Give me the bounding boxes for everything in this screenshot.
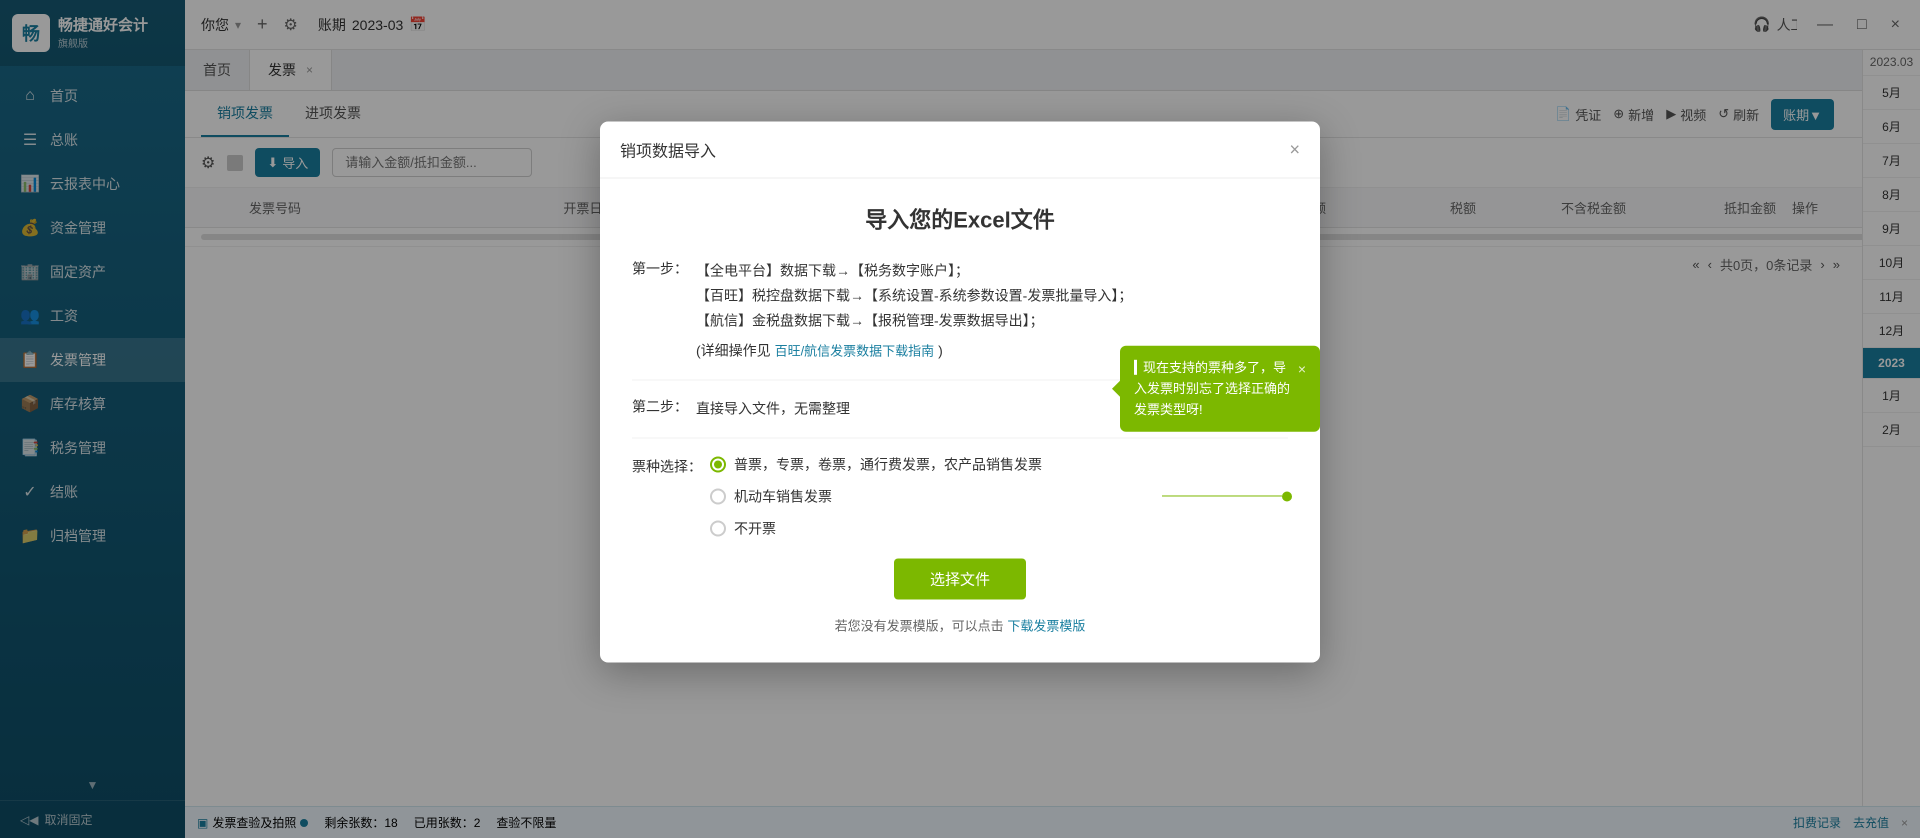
step1-detail: (详细操作见 百旺/航信发票数据下载指南 ): [696, 338, 1132, 363]
step1-line2: 【百旺】税控盘数据下载→【系统设置-系统参数设置-发票批量导入】；: [696, 284, 1132, 309]
modal-close-button[interactable]: ×: [1289, 139, 1300, 160]
radio-row-label: 票种选择：: [632, 454, 702, 476]
radio-option-2[interactable]: 机动车销售发票: [710, 486, 1042, 506]
step1-content: 【全电平台】数据下载→【税务数字账户】； 【百旺】税控盘数据下载→【系统设置-系…: [696, 258, 1132, 363]
tooltip-content: 现在支持的票种多了，导入发票时别忘了选择正确的发票类型呀!: [1134, 360, 1290, 417]
radio-label-2: 机动车销售发票: [734, 486, 832, 506]
download-template-link[interactable]: 下载发票模版: [1007, 618, 1085, 633]
tooltip-text: 现在支持的票种多了，导入发票时别忘了选择正确的发票类型呀!: [1134, 360, 1290, 417]
select-file-button[interactable]: 选择文件: [894, 558, 1026, 599]
tooltip-connector: [1162, 491, 1292, 501]
step1-detail-suffix: ): [938, 342, 943, 358]
radio-option-3[interactable]: 不开票: [710, 518, 1042, 538]
download-row: 若您没有发票模版，可以点击 下载发票模版: [632, 615, 1288, 634]
tooltip-dot: [1282, 491, 1292, 501]
step1-line3: 【航信】金税盘数据下载→【报税管理-发票数据导出】；: [696, 309, 1132, 334]
radio-label-3: 不开票: [734, 518, 776, 538]
radio-row: 票种选择： 普票，专票，卷票，通行费发票，农产品销售发票 机动车销售发票: [632, 454, 1288, 538]
modal-title: 销项数据导入: [620, 137, 716, 161]
radio-option-1[interactable]: 普票，专票，卷票，通行费发票，农产品销售发票: [710, 454, 1042, 474]
tooltip-close-button[interactable]: ×: [1298, 358, 1306, 380]
step1-detail-prefix: (详细操作见: [696, 342, 771, 358]
step1-line1: 【全电平台】数据下载→【税务数字账户】；: [696, 258, 1132, 283]
step2-label: 第二步：: [632, 396, 688, 421]
tooltip-arrow: [1112, 381, 1120, 397]
step1-detail-link[interactable]: 百旺/航信发票数据下载指南: [775, 343, 935, 358]
modal-header: 销项数据导入 ×: [600, 121, 1320, 178]
step1-label: 第一步：: [632, 258, 688, 363]
download-prefix: 若您没有发票模版，可以点击: [835, 618, 1004, 633]
radio-circle-2: [710, 488, 726, 504]
radio-label-1: 普票，专票，卷票，通行费发票，农产品销售发票: [734, 454, 1042, 474]
tooltip-line: [1162, 496, 1282, 497]
step2-divider: [632, 437, 1288, 438]
tooltip-bubble: × 现在支持的票种多了，导入发票时别忘了选择正确的发票类型呀!: [1120, 346, 1320, 432]
radio-circle-3: [710, 520, 726, 536]
tooltip-bubble-container: × 现在支持的票种多了，导入发票时别忘了选择正确的发票类型呀!: [1120, 346, 1320, 432]
radio-options: 普票，专票，卷票，通行费发票，农产品销售发票 机动车销售发票 不开票: [710, 454, 1042, 538]
radio-circle-1: [710, 456, 726, 472]
modal-main-title: 导入您的Excel文件: [632, 202, 1288, 234]
step2-content: 直接导入文件，无需整理: [696, 396, 850, 421]
